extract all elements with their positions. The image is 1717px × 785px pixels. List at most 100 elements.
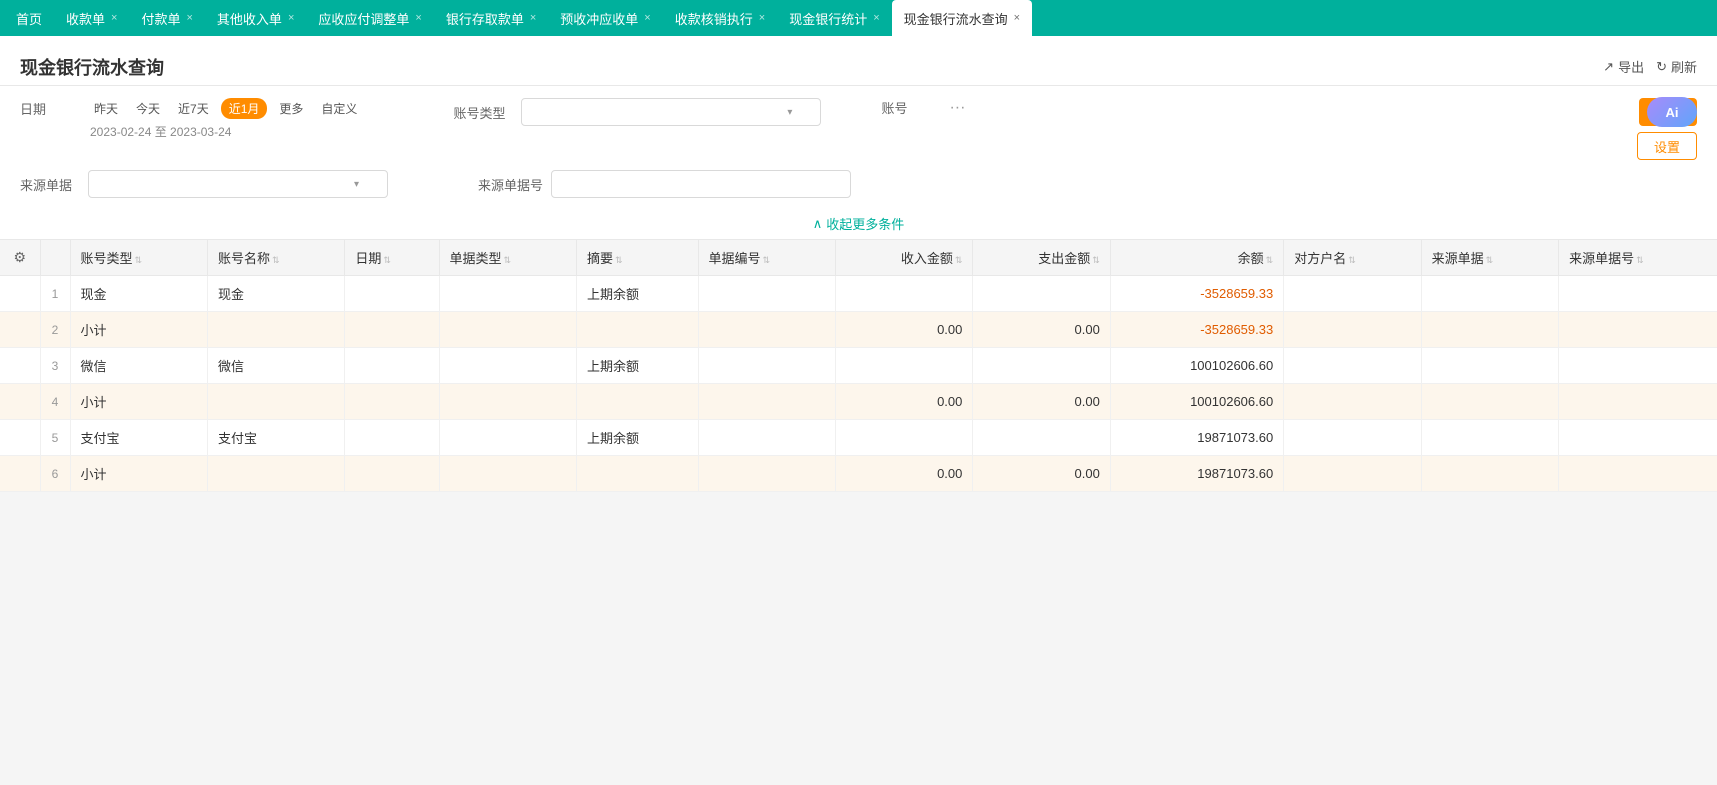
source-doc-row: 来源单据 ▾ [20,170,388,198]
account-type-select[interactable]: ▾ [521,98,821,126]
td-doc-no [698,384,835,420]
td-source-doc-no [1559,276,1717,312]
close-cash-bank-stats-icon[interactable]: × [873,12,879,24]
nav-payment[interactable]: 付款单 × [129,0,204,36]
td-settings [0,384,40,420]
th-doc-no[interactable]: 单据编号⇅ [698,240,835,276]
th-account-type[interactable]: 账号类型⇅ [70,240,207,276]
td-source-doc-no [1559,420,1717,456]
td-account-name: 微信 [207,348,344,384]
source-doc-select[interactable]: ▾ [88,170,388,198]
td-counterparty [1284,348,1421,384]
table-row: 4 小计 0.00 0.00 100102606.60 [0,384,1717,420]
nav-receipt[interactable]: 收款单 × [54,0,129,36]
nav-collection-exec[interactable]: 收款核销执行 × [663,0,777,36]
td-settings [0,276,40,312]
close-payment-icon[interactable]: × [186,12,192,24]
date-filter-block: 日期 昨天 今天 近7天 近1月 更多 自定义 2023-02-24 至 202… [20,98,363,140]
nav-cash-bank-stats[interactable]: 现金银行统计 × [777,0,891,36]
th-expense[interactable]: 支出金额⇅ [973,240,1110,276]
td-counterparty [1284,384,1421,420]
close-cash-bank-ledger-icon[interactable]: × [1014,12,1020,24]
nav-adjustment[interactable]: 应收应付调整单 × [306,0,433,36]
date-more[interactable]: 更多 [273,98,309,119]
td-income: 0.00 [835,384,972,420]
close-bank-deposit-icon[interactable]: × [530,12,536,24]
td-doc-no [698,312,835,348]
date-1month[interactable]: 近1月 [221,98,268,119]
th-account-name[interactable]: 账号名称⇅ [207,240,344,276]
nav-bank-deposit[interactable]: 银行存取款单 × [434,0,548,36]
nav-cash-bank-ledger[interactable]: 现金银行流水查询 × [892,0,1032,36]
source-doc-chevron: ▾ [354,179,359,190]
th-balance[interactable]: 余额⇅ [1110,240,1283,276]
td-settings [0,456,40,492]
th-settings[interactable]: ⚙ [0,240,40,276]
th-counterparty[interactable]: 对方户名⇅ [1284,240,1421,276]
td-num: 6 [40,456,70,492]
close-receipt-icon[interactable]: × [111,12,117,24]
close-collection-exec-icon[interactable]: × [759,12,765,24]
td-account-name [207,312,344,348]
sort-balance-icon: ⇅ [1266,255,1274,265]
sort-doc-type-icon: ⇅ [504,255,512,265]
td-account-type: 小计 [70,384,207,420]
td-account-type: 微信 [70,348,207,384]
sort-account-name-icon: ⇅ [272,255,280,265]
nav-home[interactable]: 首页 [4,0,54,36]
account-type-chevron: ▾ [787,107,792,118]
td-source-doc-no [1559,312,1717,348]
td-summary [576,456,698,492]
table-container: ⚙ 账号类型⇅ 账号名称⇅ 日期⇅ 单据类型⇅ 摘要⇅ [0,240,1717,492]
th-date[interactable]: 日期⇅ [345,240,439,276]
account-type-label: 账号类型 [453,103,513,122]
table-body: 1 现金 现金 上期余额 -3528659.33 2 小计 0.00 0.00 … [0,276,1717,492]
th-doc-type[interactable]: 单据类型⇅ [439,240,576,276]
export-button[interactable]: ↗ 导出 [1603,57,1644,76]
sort-source-doc-icon: ⇅ [1486,255,1494,265]
td-doc-type [439,276,576,312]
td-summary [576,384,698,420]
td-expense: 0.00 [973,456,1110,492]
td-counterparty [1284,276,1421,312]
page-header: 现金银行流水查询 ↗ 导出 ↻ 刷新 [0,36,1717,86]
date-today[interactable]: 今天 [130,98,166,119]
td-date [345,384,439,420]
td-account-name: 支付宝 [207,420,344,456]
td-account-type: 现金 [70,276,207,312]
close-advance-receipt-icon[interactable]: × [644,12,650,24]
account-label: 账号 [881,98,941,117]
date-yesterday[interactable]: 昨天 [88,98,124,119]
th-source-doc-no[interactable]: 来源单据号⇅ [1559,240,1717,276]
td-settings [0,312,40,348]
source-doc-label: 来源单据 [20,175,80,194]
collapse-bar[interactable]: ∧ 收起更多条件 [0,208,1717,240]
td-income [835,420,972,456]
td-source-doc [1421,420,1558,456]
th-source-doc[interactable]: 来源单据⇅ [1421,240,1558,276]
th-income[interactable]: 收入金额⇅ [835,240,972,276]
td-source-doc [1421,312,1558,348]
nav-advance-receipt[interactable]: 预收冲应收单 × [548,0,662,36]
td-summary [576,312,698,348]
date-7days[interactable]: 近7天 [172,98,215,119]
account-dots-button[interactable]: ··· [949,99,965,117]
source-doc-no-input[interactable] [551,170,851,198]
date-custom[interactable]: 自定义 [315,98,363,119]
td-balance: 19871073.60 [1110,420,1283,456]
ai-assistant-button[interactable]: Ai [1647,97,1697,127]
th-summary[interactable]: 摘要⇅ [576,240,698,276]
close-adjustment-icon[interactable]: × [415,12,421,24]
collapse-label: 收起更多条件 [826,214,904,233]
table-settings-icon[interactable]: ⚙ [13,249,26,265]
td-summary: 上期余额 [576,348,698,384]
td-account-name [207,456,344,492]
td-income [835,276,972,312]
td-expense [973,276,1110,312]
td-doc-no [698,348,835,384]
refresh-button[interactable]: ↻ 刷新 [1656,57,1697,76]
nav-other-income[interactable]: 其他收入单 × [205,0,306,36]
table-row: 5 支付宝 支付宝 上期余额 19871073.60 [0,420,1717,456]
close-other-income-icon[interactable]: × [288,12,294,24]
settings-button[interactable]: 设置 [1637,132,1697,160]
